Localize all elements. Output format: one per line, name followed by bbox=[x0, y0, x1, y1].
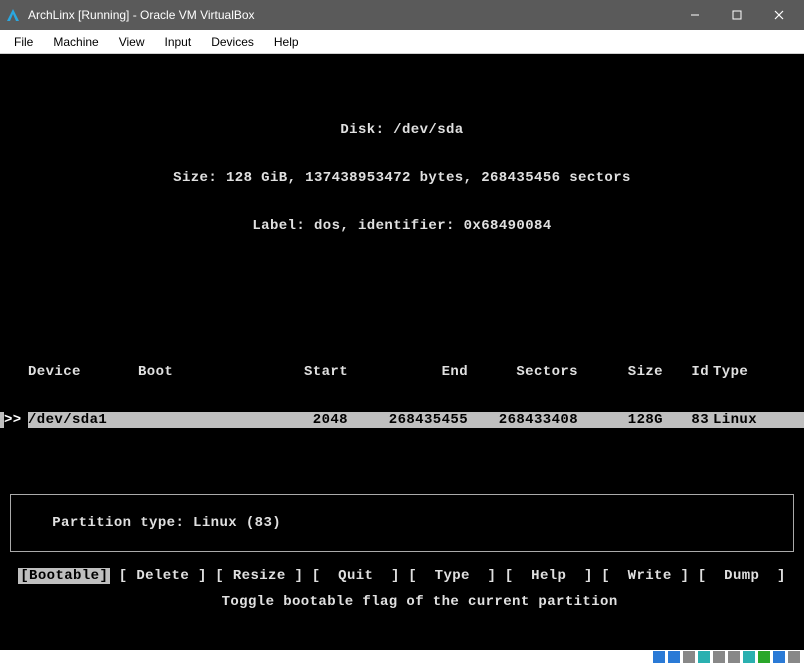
status-shared-folder-icon[interactable] bbox=[728, 651, 740, 663]
disk-label-line: Label: dos, identifier: 0x68490084 bbox=[0, 218, 804, 234]
hdr-id: Id bbox=[663, 364, 713, 380]
status-cpu-icon[interactable] bbox=[773, 651, 785, 663]
status-optical-icon[interactable] bbox=[668, 651, 680, 663]
window-title: ArchLinx [Running] - Oracle VM VirtualBo… bbox=[28, 8, 255, 22]
maximize-button[interactable] bbox=[716, 0, 758, 30]
virtualbox-icon bbox=[4, 6, 22, 24]
minimize-button[interactable] bbox=[674, 0, 716, 30]
window-titlebar: ArchLinx [Running] - Oracle VM VirtualBo… bbox=[0, 0, 804, 30]
menu-devices[interactable]: Devices bbox=[201, 32, 264, 52]
cell-boot bbox=[138, 412, 218, 428]
disk-title: Disk: /dev/sda bbox=[0, 122, 804, 138]
cell-start: 2048 bbox=[218, 412, 348, 428]
status-recording-icon[interactable] bbox=[758, 651, 770, 663]
status-usb-icon[interactable] bbox=[713, 651, 725, 663]
status-mouse-icon[interactable] bbox=[788, 651, 800, 663]
hint-text: Toggle bootable flag of the current part… bbox=[222, 594, 618, 610]
status-display-icon[interactable] bbox=[743, 651, 755, 663]
cell-sectors: 268433408 bbox=[468, 412, 578, 428]
hdr-boot: Boot bbox=[138, 364, 218, 380]
table-row[interactable]: >> /dev/sda1 2048 268435455 268433408 12… bbox=[0, 412, 804, 428]
disk-header: Disk: /dev/sda Size: 128 GiB, 1374389534… bbox=[0, 90, 804, 266]
status-audio-icon[interactable] bbox=[683, 651, 695, 663]
hdr-sectors: Sectors bbox=[468, 364, 578, 380]
vm-screen[interactable]: Disk: /dev/sda Size: 128 GiB, 1374389534… bbox=[0, 54, 804, 650]
cell-device: /dev/sda1 bbox=[28, 412, 138, 428]
vm-status-strip bbox=[0, 650, 804, 664]
row-marker: >> bbox=[4, 412, 28, 428]
cell-end: 268435455 bbox=[348, 412, 468, 428]
hdr-end: End bbox=[348, 364, 468, 380]
menu-view[interactable]: View bbox=[109, 32, 155, 52]
hdr-size: Size bbox=[578, 364, 663, 380]
disk-size-line: Size: 128 GiB, 137438953472 bytes, 26843… bbox=[0, 170, 804, 186]
cell-id: 83 bbox=[663, 412, 713, 428]
menu-machine[interactable]: Machine bbox=[43, 32, 108, 52]
status-network-icon[interactable] bbox=[698, 651, 710, 663]
close-button[interactable] bbox=[758, 0, 800, 30]
partition-table: Device Boot Start End Sectors Size Id Ty… bbox=[0, 332, 804, 460]
hdr-type: Type bbox=[713, 364, 773, 380]
partition-type-text: Partition type: Linux (83) bbox=[52, 515, 281, 531]
menu-input[interactable]: Input bbox=[155, 32, 202, 52]
table-header-row: Device Boot Start End Sectors Size Id Ty… bbox=[0, 364, 804, 380]
cell-size: 128G bbox=[578, 412, 663, 428]
cell-type: Linux bbox=[713, 412, 773, 428]
menubar: File Machine View Input Devices Help bbox=[0, 30, 804, 54]
partition-type-box: Partition type: Linux (83) bbox=[10, 494, 794, 552]
hdr-start: Start bbox=[218, 364, 348, 380]
status-hdd-icon[interactable] bbox=[653, 651, 665, 663]
hint-line: Toggle bootable flag of the current part… bbox=[0, 578, 804, 626]
menu-help[interactable]: Help bbox=[264, 32, 309, 52]
menu-file[interactable]: File bbox=[4, 32, 43, 52]
hdr-device: Device bbox=[28, 364, 138, 380]
